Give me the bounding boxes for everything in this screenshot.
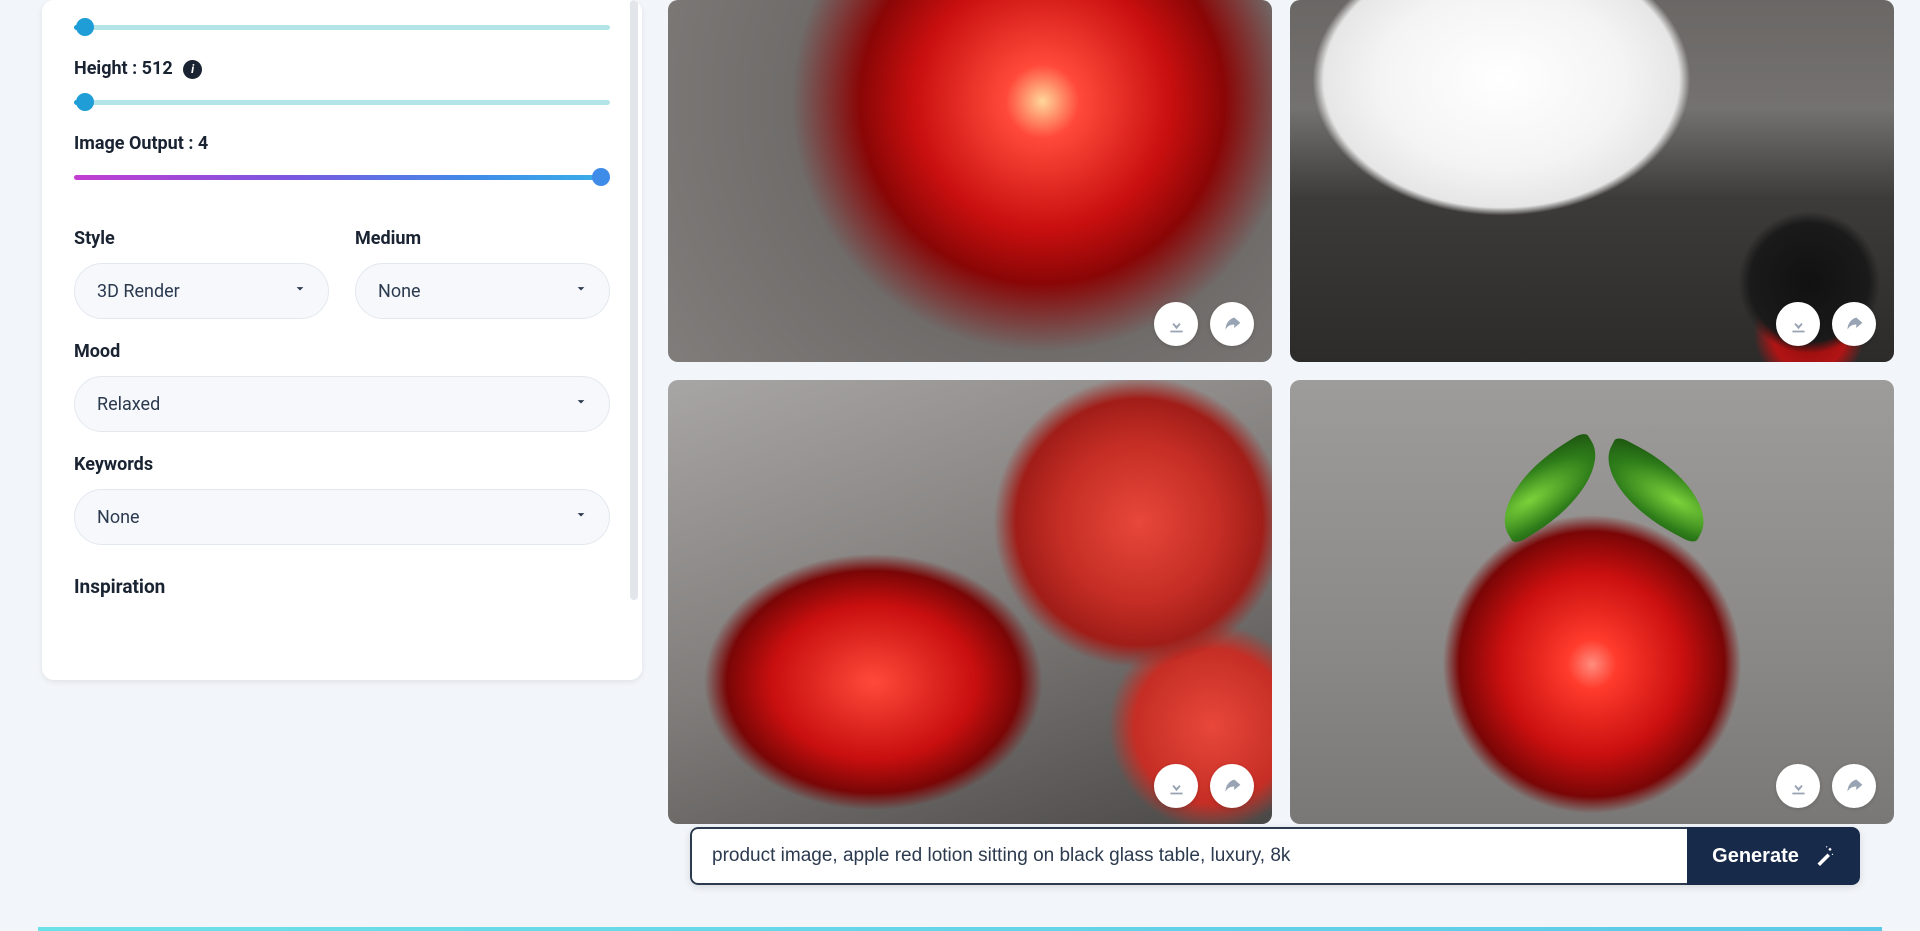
- download-icon: [1788, 776, 1809, 797]
- share-icon: [1222, 776, 1243, 797]
- share-button[interactable]: [1832, 764, 1876, 808]
- medium-label: Medium: [355, 228, 610, 249]
- chevron-down-icon: [573, 394, 589, 415]
- result-card[interactable]: [1290, 0, 1894, 362]
- share-button[interactable]: [1210, 764, 1254, 808]
- height-label: Height : 512 i: [74, 58, 610, 79]
- image-output-slider[interactable]: [74, 168, 610, 186]
- prompt-bar: Generate: [690, 827, 1860, 885]
- image-output-label: Image Output : 4: [74, 133, 610, 154]
- magic-wand-icon: [1815, 846, 1835, 866]
- download-button[interactable]: [1154, 302, 1198, 346]
- info-icon[interactable]: i: [183, 60, 202, 79]
- mood-label: Mood: [74, 341, 610, 362]
- result-card[interactable]: [1290, 380, 1894, 824]
- medium-select[interactable]: None: [355, 263, 610, 319]
- keywords-select[interactable]: None: [74, 489, 610, 545]
- share-icon: [1222, 314, 1243, 335]
- chevron-down-icon: [292, 281, 308, 302]
- chevron-down-icon: [573, 281, 589, 302]
- results-gallery: [668, 0, 1894, 824]
- download-button[interactable]: [1776, 764, 1820, 808]
- download-icon: [1788, 314, 1809, 335]
- prompt-input[interactable]: [690, 827, 1687, 885]
- inspiration-label: Inspiration: [74, 575, 610, 598]
- bottom-accent-bar: [38, 927, 1882, 931]
- width-slider[interactable]: [74, 18, 610, 36]
- style-select[interactable]: 3D Render: [74, 263, 329, 319]
- result-card[interactable]: [668, 0, 1272, 362]
- share-button[interactable]: [1832, 302, 1876, 346]
- download-icon: [1166, 776, 1187, 797]
- chevron-down-icon: [573, 507, 589, 528]
- share-button[interactable]: [1210, 302, 1254, 346]
- style-label: Style: [74, 228, 329, 249]
- share-icon: [1844, 314, 1865, 335]
- generate-button[interactable]: Generate: [1687, 827, 1860, 885]
- settings-panel: Height : 512 i Image Output : 4 Style 3: [42, 0, 642, 680]
- height-slider[interactable]: [74, 93, 610, 111]
- mood-select[interactable]: Relaxed: [74, 376, 610, 432]
- download-button[interactable]: [1154, 764, 1198, 808]
- panel-scrollbar[interactable]: [630, 0, 638, 600]
- download-icon: [1166, 314, 1187, 335]
- decorative-leaf: [1483, 431, 1617, 545]
- keywords-label: Keywords: [74, 454, 610, 475]
- download-button[interactable]: [1776, 302, 1820, 346]
- decorative-leaf: [1589, 435, 1723, 544]
- result-card[interactable]: [668, 380, 1272, 824]
- share-icon: [1844, 776, 1865, 797]
